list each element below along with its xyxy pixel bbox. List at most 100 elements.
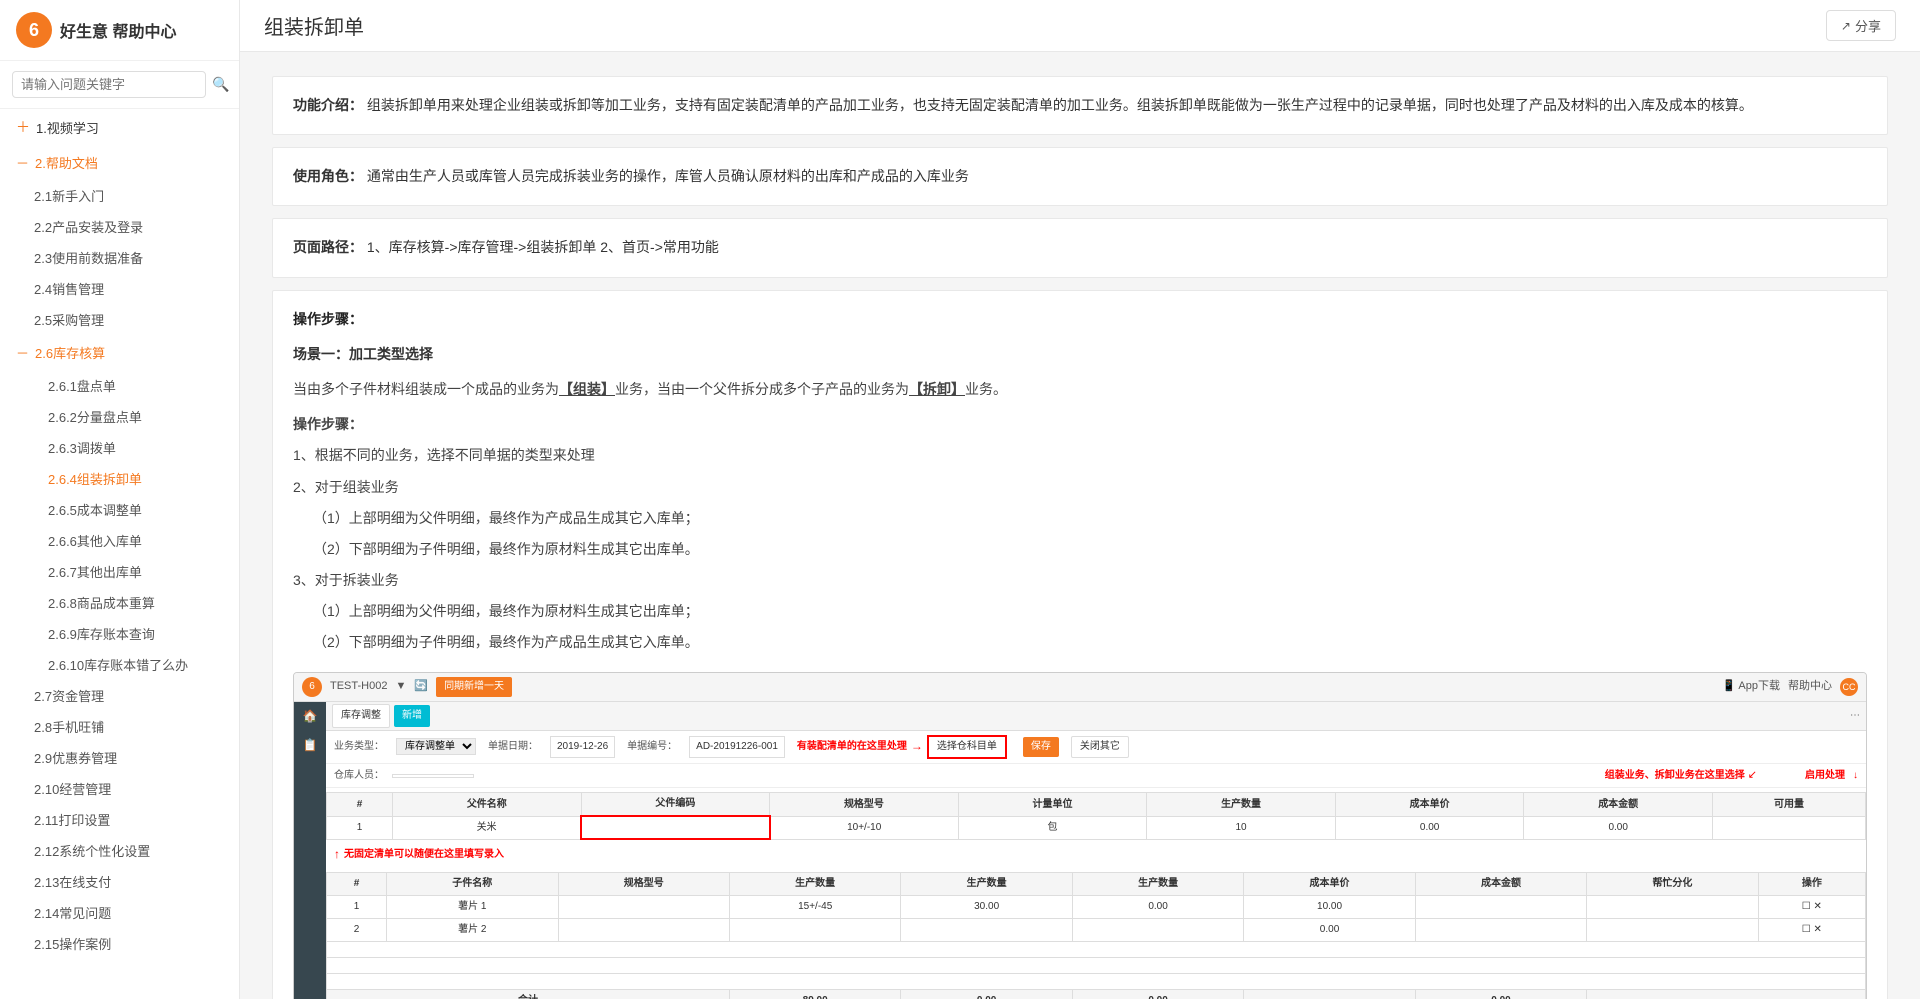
mock-menu-icon: ⋯ xyxy=(1850,707,1860,725)
mock-type-select[interactable]: 库存调整单 组装拆卸单 xyxy=(396,738,476,755)
mock-date-label: 单据日期： xyxy=(488,738,538,756)
mock-th-available: 可用量 xyxy=(1712,793,1865,817)
mock-scell-n2: 2 xyxy=(327,919,387,942)
sidebar-item-cost[interactable]: 2.6.5成本调整单 xyxy=(0,494,239,525)
step2-2: （2）下部明细为子件明细，最终作为原材料生成其它出库单。 xyxy=(293,537,1867,562)
search-icon[interactable]: 🔍 xyxy=(212,76,229,93)
mock-type-label: 业务类型： xyxy=(334,738,384,756)
sidebar-item-outbound[interactable]: 2.6.7其他出库单 xyxy=(0,556,239,587)
role-label: 使用角色： xyxy=(293,168,363,184)
sidebar-item-coupon[interactable]: 2.9优惠券管理 xyxy=(0,742,239,773)
sidebar-item-faq[interactable]: 2.14常见问题 xyxy=(0,897,239,928)
sidebar-item-custom[interactable]: 2.12系统个性化设置 xyxy=(0,835,239,866)
sidebar-item-docs-label: 2.帮助文档 xyxy=(35,153,98,172)
mock-scell-spec1 xyxy=(558,896,729,919)
mock-scell-qty23 xyxy=(1072,919,1243,942)
sidebar-item-video[interactable]: ＋ 1.视频学习 xyxy=(0,109,239,145)
mock-tab-new[interactable]: 新增 xyxy=(394,705,430,727)
mock-cell-code1 xyxy=(581,816,770,839)
share-button[interactable]: ↗ 分享 xyxy=(1826,10,1896,41)
sidebar-item-costcalc[interactable]: 2.6.8商品成本重算 xyxy=(0,587,239,618)
sidebar-item-stockcheck[interactable]: 2.6.9库存账本查询 xyxy=(0,618,239,649)
mock-scell-ca1 xyxy=(1415,896,1586,919)
mock-child-row5 xyxy=(327,974,1866,990)
mock-scell-qty22 xyxy=(901,919,1072,942)
mock-company: TEST-H002 xyxy=(330,677,387,697)
sidebar-item-payment[interactable]: 2.13在线支付 xyxy=(0,866,239,897)
mock-sth-costamt: 成本金额 xyxy=(1415,873,1586,896)
sidebar-item-inbound[interactable]: 2.6.6其他入库单 xyxy=(0,525,239,556)
mock-scell-qty2: 30.00 xyxy=(901,896,1072,919)
sidebar-item-finance[interactable]: 2.7资金管理 xyxy=(0,680,239,711)
mock-helpcenter: 帮助中心 xyxy=(1788,677,1832,697)
mock-scell-name1: 薯片 1 xyxy=(387,896,558,919)
intro-block: 功能介绍： 组装拆卸单用来处理企业组装或拆卸等加工业务，支持有固定装配清单的产品… xyxy=(272,76,1888,135)
sidebar-item-mobile[interactable]: 2.8手机旺铺 xyxy=(0,711,239,742)
mock-select-kemu[interactable]: 选择仓科目单 xyxy=(927,735,1007,759)
mock-cell-unit1: 包 xyxy=(958,816,1147,839)
mock-parent-row1: 1 关米 10+/-10 包 10 0.00 0.00 xyxy=(327,816,1866,839)
step3-2: （2）下部明细为子件明细，最终作为产成品生成其它入库单。 xyxy=(293,630,1867,655)
mock-scell-empty3 xyxy=(327,942,1866,958)
mock-cell-spec1: 10+/-10 xyxy=(770,816,959,839)
sidebar-item-cases[interactable]: 2.15操作案例 xyxy=(0,928,239,959)
mock-cell-qty1: 10 xyxy=(1147,816,1336,839)
mock-home-icon: 🏠 xyxy=(303,706,318,728)
ops-label: 操作步骤： xyxy=(293,412,1867,437)
mock-scell-cp1: 10.00 xyxy=(1244,896,1415,919)
sidebar-item-ops[interactable]: 2.10经营管理 xyxy=(0,773,239,804)
mock-date-val: 2019-12-26 xyxy=(550,736,615,758)
mock-footer-row: 合计 89.00 0.00 0.00 0.00 xyxy=(327,990,1866,999)
mock-person-icon: 仓库人员： xyxy=(334,767,384,785)
mock-footer-val2: 0.00 xyxy=(901,990,1072,999)
mock-scell-spec2 xyxy=(558,919,729,942)
sidebar-item-newbie[interactable]: 2.1新手入门 xyxy=(0,180,239,211)
search-input[interactable] xyxy=(12,71,206,98)
step2: 2、对于组装业务 xyxy=(293,475,1867,500)
mock-th-parentname: 父件名称 xyxy=(393,793,582,817)
mock-sth-distribute: 帮忙分化 xyxy=(1587,873,1758,896)
mock-form-row1: 业务类型： 库存调整单 组装拆卸单 单据日期： 2019-12-26 单据编号：… xyxy=(326,731,1866,764)
sidebar-item-docs[interactable]: － 2.帮助文档 xyxy=(0,145,239,180)
mock-scell-empty4 xyxy=(327,958,1866,974)
mock-btn-close[interactable]: 关闭其它 xyxy=(1071,736,1129,758)
ops-title: 操作步骤： xyxy=(293,307,1867,332)
page-title: 组装拆卸单 xyxy=(264,11,364,40)
mock-footer-total-label: 合计 xyxy=(327,990,730,999)
mock-tab-adjust[interactable]: 库存调整 xyxy=(332,704,390,728)
app-name: 好生意 帮助中心 xyxy=(60,18,176,42)
sidebar-item-install[interactable]: 2.2产品安装及登录 xyxy=(0,211,239,242)
topbar: 组装拆卸单 ↗ 分享 xyxy=(240,0,1920,52)
mock-person-val xyxy=(392,774,474,778)
sidebar-item-print[interactable]: 2.11打印设置 xyxy=(0,804,239,835)
mock-appdownload: 📱 App下载 xyxy=(1722,677,1780,697)
mock-callout-text5: 无固定清单可以随便在这里填写录入 xyxy=(344,846,504,864)
mock-footer-val5: 0.00 xyxy=(1415,990,1586,999)
mock-cell-n1: 1 xyxy=(327,816,393,839)
mock-footer-val3: 0.00 xyxy=(1072,990,1243,999)
mock-scell-empty5 xyxy=(327,974,1866,990)
sidebar-item-data[interactable]: 2.3使用前数据准备 xyxy=(0,242,239,273)
mock-neworderbtn[interactable]: 同期新增一天 xyxy=(436,677,512,697)
mock-btn-save[interactable]: 保存 xyxy=(1023,737,1059,757)
mock-scell-op2: ☐ ✕ xyxy=(1758,919,1865,942)
mock-callout-text3: 组装业务、拆卸业务在这里选择 xyxy=(1605,770,1745,781)
intro-label: 功能介绍： xyxy=(293,97,363,113)
sidebar-item-stocktake[interactable]: 2.6.1盘点单 xyxy=(0,370,239,401)
mock-child-table: # 子件名称 规格型号 生产数量 生产数量 生产数量 成本单价 成本金额 xyxy=(326,872,1866,999)
sidebar-item-partial[interactable]: 2.6.2分量盘点单 xyxy=(0,401,239,432)
sidebar-item-purchase[interactable]: 2.5采购管理 xyxy=(0,304,239,335)
sidebar-item-sales[interactable]: 2.4销售管理 xyxy=(0,273,239,304)
step3-1: （1）上部明细为父件明细，最终作为原材料生成其它出库单； xyxy=(293,599,1867,624)
mock-sth-spec: 规格型号 xyxy=(558,873,729,896)
share-label: 分享 xyxy=(1855,16,1881,35)
sidebar-item-video-label: 1.视频学习 xyxy=(36,118,99,137)
mock-scell-n1: 1 xyxy=(327,896,387,919)
sidebar-item-inventory[interactable]: － 2.6库存核算 xyxy=(0,335,239,370)
mock-order-val: AD-20191226-001 xyxy=(689,736,785,758)
sidebar-item-adjust[interactable]: 2.6.3调拨单 xyxy=(0,432,239,463)
sidebar-item-assembly[interactable]: 2.6.4组装拆卸单 xyxy=(0,463,239,494)
mock-cell-name1: 关米 xyxy=(393,816,582,839)
mock-callout-text1: 有装配清单的在这里处理 xyxy=(797,738,907,756)
sidebar-item-stockerr[interactable]: 2.6.10库存账本错了么办 xyxy=(0,649,239,680)
